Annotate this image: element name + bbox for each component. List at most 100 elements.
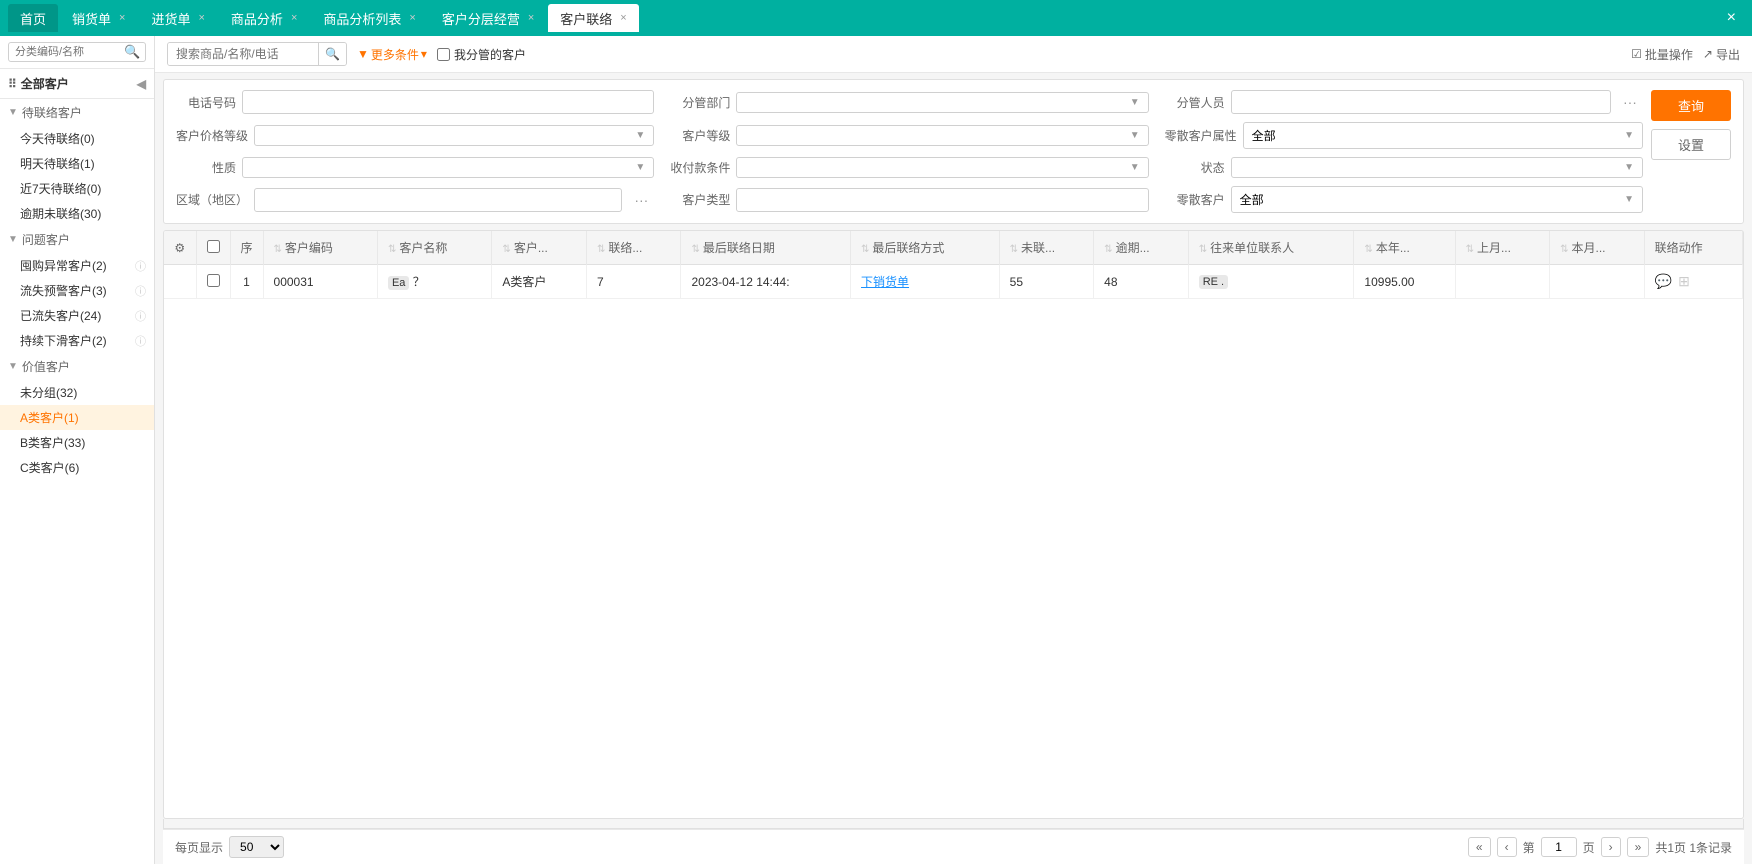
close-tab-customer-contact-icon[interactable]: × bbox=[620, 12, 626, 24]
th-level: ⇅客户... bbox=[492, 231, 587, 265]
contact2-tag-0: RE . bbox=[1199, 275, 1228, 289]
sidebar-search-icon[interactable]: 🔍 bbox=[124, 44, 140, 60]
export-button[interactable]: ↗ 导出 bbox=[1703, 46, 1740, 63]
settings-button[interactable]: 设置 bbox=[1651, 129, 1731, 160]
main-search-button[interactable]: 🔍 bbox=[318, 43, 346, 65]
sidebar-item-1-1[interactable]: 流失预警客户(3)ⓘ bbox=[0, 278, 154, 303]
region-input[interactable] bbox=[254, 188, 622, 212]
close-tab-customer-tier-icon[interactable]: × bbox=[528, 12, 534, 24]
retail-select[interactable]: 全部 ▼ bbox=[1231, 186, 1643, 213]
section-arrow-0: ▼ bbox=[8, 107, 18, 118]
batch-operation-button[interactable]: ☑ 批量操作 bbox=[1631, 46, 1693, 63]
horizontal-scrollbar[interactable] bbox=[163, 819, 1744, 829]
sidebar: 🔍 ⠿ 全部客户 ◀ ▼待联络客户今天待联络(0)明天待联络(1) 近7天待联络(… bbox=[0, 36, 155, 864]
sidebar-section-title-2[interactable]: ▼价值客户 bbox=[0, 353, 154, 380]
row-last-date-0: 2023-04-12 14:44: bbox=[681, 265, 851, 299]
close-tab-goods-list-icon[interactable]: × bbox=[409, 12, 415, 24]
main-layout: 🔍 ⠿ 全部客户 ◀ ▼待联络客户今天待联络(0)明天待联络(1) 近7天待联络(… bbox=[0, 36, 1752, 864]
row-checkbox-0 bbox=[196, 265, 230, 299]
th-last-method: ⇅最后联络方式 bbox=[851, 231, 1000, 265]
name-tag-0: Ea bbox=[388, 276, 409, 290]
payment-label: 收付款条件 bbox=[670, 159, 730, 176]
nav-tab-home[interactable]: 首页 bbox=[8, 4, 58, 32]
sidebar-item-1-2[interactable]: 已流失客户(24)ⓘ bbox=[0, 303, 154, 328]
retail-attr-select[interactable]: 全部 ▼ bbox=[1243, 122, 1643, 149]
nav-tab-goods-analysis[interactable]: 商品分析× bbox=[219, 4, 309, 32]
th-action: 联络动作 bbox=[1644, 231, 1742, 265]
type-label: 客户类型 bbox=[670, 191, 730, 208]
page-number-input[interactable] bbox=[1541, 837, 1577, 857]
row-check-0[interactable] bbox=[207, 274, 220, 287]
sidebar-item-2-1[interactable]: A类客户(1) bbox=[0, 405, 154, 430]
sidebar-section-title-0[interactable]: ▼待联络客户 bbox=[0, 99, 154, 126]
sidebar-item-0-1[interactable]: 明天待联络(1) bbox=[0, 151, 154, 176]
prev-page-button[interactable]: ‹ bbox=[1497, 837, 1517, 857]
table-header-row: ⚙ 序 ⇅客户编码 ⇅客户名称 ⇅客户... ⇅联络... ⇅最后联络日期 ⇅最… bbox=[164, 231, 1743, 265]
manager-more-button[interactable]: ··· bbox=[1617, 94, 1643, 110]
next-page-button[interactable]: › bbox=[1601, 837, 1621, 857]
sidebar-sections: ▼待联络客户今天待联络(0)明天待联络(1) 近7天待联络(0) 逾期未联络(30)… bbox=[0, 99, 154, 480]
my-customers-check[interactable] bbox=[437, 48, 450, 61]
section-arrow-2: ▼ bbox=[8, 361, 18, 372]
close-tab-goods-analysis-icon[interactable]: × bbox=[291, 12, 297, 24]
sidebar-item-2-2[interactable]: B类客户(33) bbox=[0, 430, 154, 455]
sidebar-item-label: 持续下滑客户(2) bbox=[20, 332, 107, 349]
manager-input[interactable] bbox=[1231, 90, 1611, 114]
sidebar-item-label: 近7天待联络(0) bbox=[20, 180, 101, 197]
sidebar-item-1-0[interactable]: 囤购异常客户(2)ⓘ bbox=[0, 253, 154, 278]
close-tab-purchase-icon[interactable]: × bbox=[198, 12, 204, 24]
price-level-label: 客户价格等级 bbox=[176, 127, 248, 144]
status-select[interactable]: ▼ bbox=[1231, 157, 1643, 178]
sidebar-item-label: A类客户(1) bbox=[20, 409, 79, 426]
query-button[interactable]: 查询 bbox=[1651, 90, 1731, 121]
customer-level-label: 客户等级 bbox=[670, 127, 730, 144]
last-page-button[interactable]: » bbox=[1627, 837, 1650, 857]
th-name: ⇅客户名称 bbox=[377, 231, 491, 265]
customer-table: ⚙ 序 ⇅客户编码 ⇅客户名称 ⇅客户... ⇅联络... ⇅最后联络日期 ⇅最… bbox=[164, 231, 1743, 299]
gear-icon[interactable]: ⚙ bbox=[174, 241, 185, 255]
phone-input[interactable] bbox=[242, 90, 654, 114]
sidebar-item-1-3[interactable]: 持续下滑客户(2) ⓘ bbox=[0, 328, 154, 353]
payment-arrow: ▼ bbox=[1130, 162, 1140, 173]
pagination-bar: 每页显示 50 100 200 « ‹ 第 页 › » 共1页 1条记录 bbox=[163, 829, 1744, 864]
customer-level-select[interactable]: ▼ bbox=[736, 125, 1148, 146]
nav-tab-customer-contact[interactable]: 客户联络× bbox=[548, 4, 638, 32]
filter-cell-status: 状态 ▼ bbox=[1165, 157, 1643, 178]
grid-icon-0[interactable]: ⊞ bbox=[1678, 273, 1690, 290]
filter-cell-retail: 零散客户 全部 ▼ bbox=[1165, 186, 1643, 213]
info-icon: ⓘ bbox=[135, 333, 146, 349]
main-search-input[interactable] bbox=[168, 43, 318, 65]
close-tab-sales-icon[interactable]: × bbox=[119, 12, 125, 24]
row-name-0: Ea ？ bbox=[377, 265, 491, 299]
nav-tab-customer-tier[interactable]: 客户分层经营× bbox=[430, 4, 546, 32]
nature-select[interactable]: ▼ bbox=[242, 157, 654, 178]
filter-cell-payment: 收付款条件 ▼ bbox=[670, 157, 1148, 178]
chat-icon-0[interactable]: 💬 bbox=[1655, 273, 1672, 290]
last-method-link-0[interactable]: 下销货单 bbox=[861, 275, 909, 289]
select-all-checkbox[interactable] bbox=[207, 240, 220, 253]
first-page-button[interactable]: « bbox=[1468, 837, 1491, 857]
sidebar-item-0-3[interactable]: 逾期未联络(30) bbox=[0, 201, 154, 226]
sidebar-collapse-icon[interactable]: ◀ bbox=[137, 77, 146, 91]
row-overdue-0: 48 bbox=[1094, 265, 1189, 299]
nature-arrow: ▼ bbox=[635, 162, 645, 173]
region-more-button[interactable]: ··· bbox=[628, 192, 654, 208]
nav-tab-goods-list[interactable]: 商品分析列表× bbox=[311, 4, 427, 32]
close-all-button[interactable]: × bbox=[1719, 5, 1744, 31]
nav-tab-purchase[interactable]: 进货单× bbox=[139, 4, 216, 32]
page-size-select[interactable]: 50 100 200 bbox=[229, 836, 284, 858]
dept-select[interactable]: ▼ bbox=[736, 92, 1148, 113]
price-level-select[interactable]: ▼ bbox=[254, 125, 654, 146]
sidebar-section-title-1[interactable]: ▼问题客户 bbox=[0, 226, 154, 253]
sidebar-item-0-0[interactable]: 今天待联络(0) bbox=[0, 126, 154, 151]
nav-tab-sales[interactable]: 销货单× bbox=[60, 4, 137, 32]
my-customers-checkbox[interactable]: 我分管的客户 bbox=[437, 46, 526, 63]
sidebar-item-0-2[interactable]: 近7天待联络(0) bbox=[0, 176, 154, 201]
more-conditions-button[interactable]: ▼ 更多条件 ▾ bbox=[357, 46, 427, 63]
sidebar-item-2-3[interactable]: C类客户(6) bbox=[0, 455, 154, 480]
batch-op-icon: ☑ bbox=[1631, 47, 1642, 61]
type-input[interactable] bbox=[736, 188, 1148, 212]
sidebar-item-2-0[interactable]: 未分组(32) bbox=[0, 380, 154, 405]
sidebar-all-customers[interactable]: ⠿ 全部客户 ◀ bbox=[0, 69, 154, 99]
payment-select[interactable]: ▼ bbox=[736, 157, 1148, 178]
